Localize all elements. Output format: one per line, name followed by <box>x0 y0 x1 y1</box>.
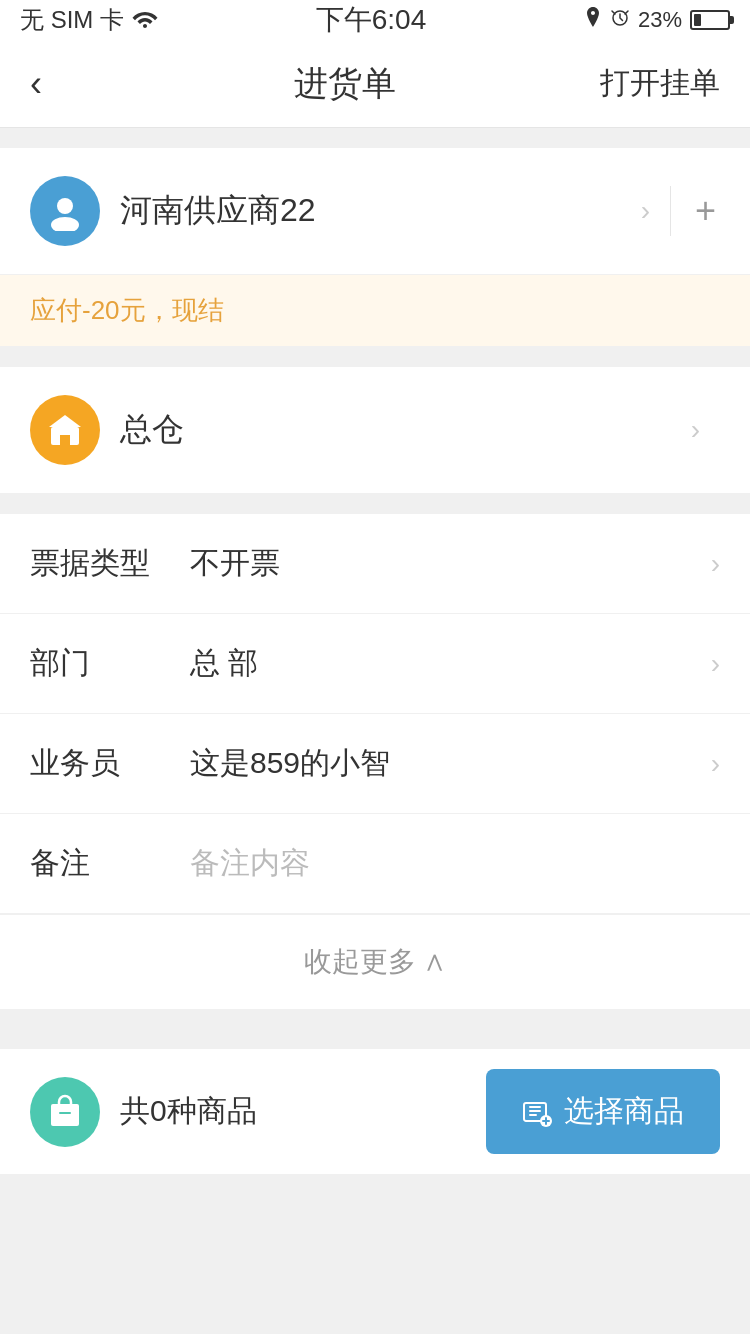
open-pending-button[interactable]: 打开挂单 <box>600 63 720 104</box>
remark-row[interactable]: 备注 备注内容 <box>0 814 750 914</box>
status-right: 23% <box>584 7 730 33</box>
warehouse-row[interactable]: 总仓 › <box>0 367 750 494</box>
status-left: 无 SIM 卡 <box>20 4 158 36</box>
svg-point-1 <box>57 198 73 214</box>
top-divider <box>0 128 750 148</box>
svg-rect-5 <box>60 435 70 445</box>
warehouse-name: 总仓 <box>120 408 691 452</box>
battery-icon <box>690 10 730 30</box>
divider-1 <box>0 347 750 367</box>
warehouse-chevron-icon: › <box>691 414 700 446</box>
alarm-icon <box>610 7 630 33</box>
status-time: 下午6:04 <box>316 1 427 39</box>
svg-rect-7 <box>59 1112 71 1114</box>
svg-point-2 <box>51 217 79 231</box>
supplier-section: 河南供应商22 › + 应付-20元，现结 <box>0 148 750 347</box>
location-icon <box>584 7 602 33</box>
product-count-icon <box>30 1077 100 1147</box>
select-product-button[interactable]: 选择商品 <box>486 1069 720 1154</box>
add-supplier-button[interactable]: + <box>670 186 720 236</box>
product-count-text: 共0种商品 <box>120 1091 486 1132</box>
department-row[interactable]: 部门 总 部 › <box>0 614 750 714</box>
invoice-type-row[interactable]: 票据类型 不开票 › <box>0 514 750 614</box>
supplier-row[interactable]: 河南供应商22 › + <box>0 148 750 275</box>
form-section: 票据类型 不开票 › 部门 总 部 › 业务员 这是859的小智 › 备注 备注… <box>0 514 750 1009</box>
nav-bar: ‹ 进货单 打开挂单 <box>0 40 750 128</box>
notice-bar: 应付-20元，现结 <box>0 275 750 347</box>
svg-marker-4 <box>49 415 81 427</box>
collapse-label: 收起更多 ∧ <box>304 943 447 981</box>
carrier-label: 无 SIM 卡 <box>20 4 124 36</box>
notice-text: 应付-20元，现结 <box>30 295 224 325</box>
warehouse-icon <box>30 395 100 465</box>
wifi-icon <box>132 6 158 34</box>
salesman-value: 这是859的小智 <box>170 743 711 784</box>
supplier-avatar <box>30 176 100 246</box>
divider-3 <box>0 1009 750 1029</box>
supplier-name: 河南供应商22 <box>120 189 641 233</box>
svg-rect-6 <box>51 1104 79 1126</box>
divider-2 <box>0 494 750 514</box>
salesman-chevron-icon: › <box>711 748 720 780</box>
bottom-bar: 共0种商品 选择商品 <box>0 1049 750 1174</box>
page-title: 进货单 <box>294 61 396 107</box>
collapse-button[interactable]: 收起更多 ∧ <box>0 914 750 1009</box>
status-bar: 无 SIM 卡 下午6:04 23% <box>0 0 750 40</box>
salesman-label: 业务员 <box>30 743 170 784</box>
salesman-row[interactable]: 业务员 这是859的小智 › <box>0 714 750 814</box>
invoice-type-chevron-icon: › <box>711 548 720 580</box>
invoice-type-label: 票据类型 <box>30 543 170 584</box>
remark-value[interactable]: 备注内容 <box>170 843 720 884</box>
invoice-type-value: 不开票 <box>170 543 711 584</box>
department-value: 总 部 <box>170 643 711 684</box>
battery-percent: 23% <box>638 7 682 33</box>
select-product-label: 选择商品 <box>564 1091 684 1132</box>
remark-label: 备注 <box>30 843 170 884</box>
supplier-chevron-icon: › <box>641 195 650 227</box>
department-label: 部门 <box>30 643 170 684</box>
department-chevron-icon: › <box>711 648 720 680</box>
back-button[interactable]: ‹ <box>30 63 90 105</box>
